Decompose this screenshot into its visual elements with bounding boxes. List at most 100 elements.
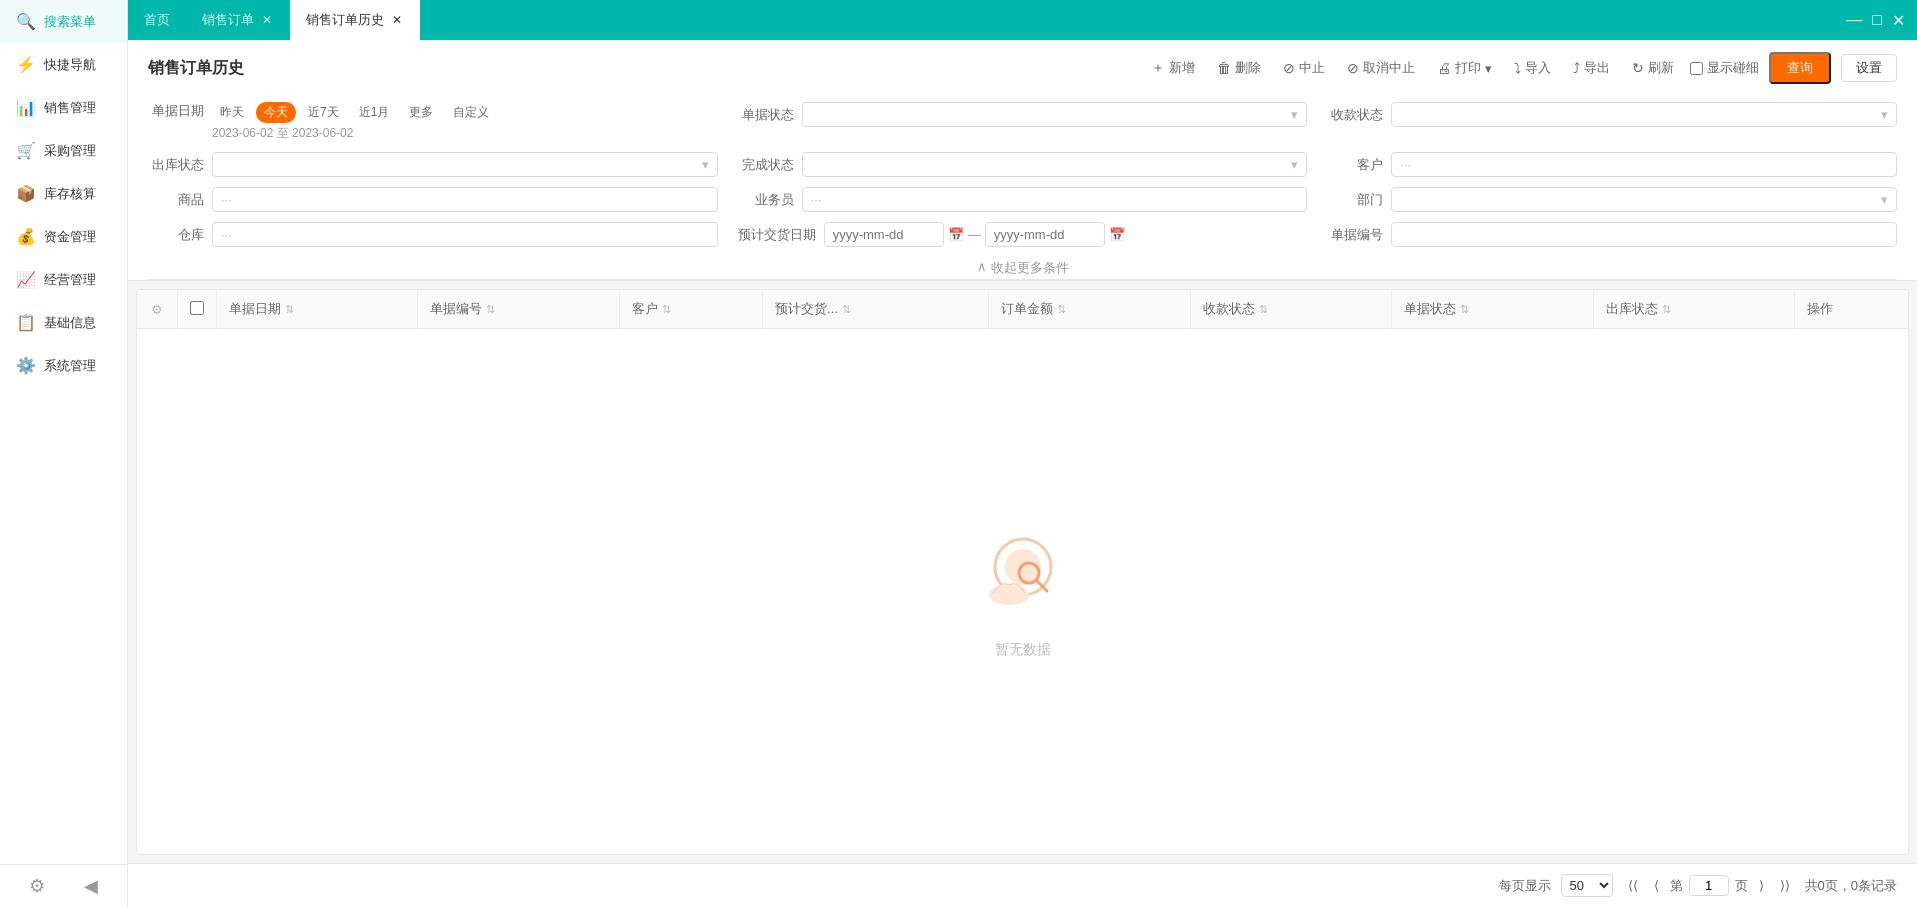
date-tab-more[interactable]: 更多 (401, 102, 441, 123)
th-receipt-status-sortable[interactable]: 收款状态 ⇅ (1203, 300, 1380, 318)
sidebar-item-operations[interactable]: 📈 经营管理 (0, 258, 127, 301)
warehouse-select[interactable]: ··· (212, 222, 718, 247)
bill-status-chevron: ▾ (1291, 107, 1298, 122)
stop-icon: ⊘ (1283, 60, 1295, 76)
settings-button[interactable]: 设置 (1841, 54, 1897, 82)
last-page-btn[interactable]: ⟩⟩ (1775, 876, 1795, 895)
delete-button[interactable]: 🗑 删除 (1211, 55, 1267, 81)
date-from-input[interactable] (824, 222, 944, 247)
sidebar-item-sales[interactable]: 📊 销售管理 (0, 86, 127, 129)
date-separator: — (968, 227, 981, 242)
th-out-status-sort-icon: ⇅ (1662, 303, 1671, 316)
import-button[interactable]: ⤵ 导入 (1508, 55, 1557, 81)
sidebar-item-finance[interactable]: 💰 资金管理 (0, 215, 127, 258)
complete-status-control: ▾ (802, 152, 1308, 177)
goods-label: 商品 (148, 191, 204, 209)
sidebar-item-inventory[interactable]: 📦 库存核算 (0, 172, 127, 215)
expected-delivery-label: 预计交货日期 (738, 226, 816, 244)
customer-select[interactable]: ··· (1391, 152, 1897, 177)
th-expected-delivery-sortable[interactable]: 预计交货... ⇅ (775, 300, 976, 318)
window-maximize-icon[interactable]: □ (1872, 11, 1882, 29)
cancel-stop-button[interactable]: ⊘ 取消中止 (1341, 55, 1421, 81)
empty-state: 暂无数据 (137, 329, 1908, 854)
filter-row-3: 商品 ··· 业务员 ··· (148, 187, 1897, 212)
filter-dept: 部门 ▾ (1327, 187, 1897, 212)
date-tab-yesterday[interactable]: 昨天 (212, 102, 252, 123)
main-area: 首页 销售订单 ✕ 销售订单历史 ✕ — □ ✕ 销售订单历史 ＋ 新增 (128, 0, 1917, 907)
date-tab-today[interactable]: 今天 (256, 102, 296, 123)
page-title: 销售订单历史 (148, 58, 244, 79)
th-out-status: 出库状态 ⇅ (1593, 290, 1795, 329)
th-bill-no-sortable[interactable]: 单据编号 ⇅ (430, 300, 607, 318)
filter-complete-status: 完成状态 ▾ (738, 152, 1308, 177)
prev-page-btn[interactable]: ⟨ (1649, 876, 1664, 895)
th-gear[interactable]: ⚙ (137, 290, 177, 329)
th-bill-no: 单据编号 ⇅ (418, 290, 620, 329)
sidebar-item-baseinfo[interactable]: 📋 基础信息 (0, 301, 127, 344)
topbar-right: — □ ✕ (1846, 11, 1917, 30)
export-button[interactable]: ⤴ 导出 (1567, 55, 1616, 81)
tab-home[interactable]: 首页 (128, 0, 186, 40)
settings-bottom-icon[interactable]: ⚙ (29, 875, 45, 897)
sidebar-item-purchase[interactable]: 🛒 采购管理 (0, 129, 127, 172)
bill-status-select[interactable]: ▾ (802, 102, 1308, 127)
stop-button[interactable]: ⊘ 中止 (1277, 55, 1331, 81)
new-button[interactable]: ＋ 新增 (1145, 55, 1201, 81)
tab-sales-order[interactable]: 销售订单 ✕ (186, 0, 290, 40)
salesperson-select[interactable]: ··· (802, 187, 1308, 212)
th-order-amount: 订单金额 ⇅ (988, 290, 1190, 329)
collapse-sidebar-icon[interactable]: ◀ (84, 875, 98, 897)
tab-history-close[interactable]: ✕ (390, 11, 404, 29)
print-button[interactable]: 🖨 打印 ▾ (1431, 55, 1498, 81)
complete-status-select[interactable]: ▾ (802, 152, 1308, 177)
date-control: 昨天 今天 近7天 近1月 更多 自定义 2023-06-02 至 2023-0… (212, 102, 718, 142)
th-out-status-sortable[interactable]: 出库状态 ⇅ (1606, 300, 1783, 318)
window-close-icon[interactable]: ✕ (1892, 11, 1905, 30)
query-button[interactable]: 查询 (1769, 52, 1831, 84)
th-date-sortable[interactable]: 单据日期 ⇅ (229, 300, 406, 318)
goods-select[interactable]: ··· (212, 187, 718, 212)
collapse-row[interactable]: ∧ 收起更多条件 (148, 257, 1897, 279)
calendar-from-icon[interactable]: 📅 (948, 227, 964, 242)
show-columns-checkbox[interactable] (1690, 62, 1703, 75)
date-tab-custom[interactable]: 自定义 (445, 102, 497, 123)
out-status-control: ▾ (212, 152, 718, 177)
out-status-chevron: ▾ (702, 157, 709, 172)
refresh-button[interactable]: ↻ 刷新 (1626, 55, 1680, 81)
receipt-status-select[interactable]: ▾ (1391, 102, 1897, 127)
tab-sales-order-close[interactable]: ✕ (260, 11, 274, 29)
select-all-checkbox[interactable] (190, 301, 204, 315)
th-expected-delivery-sort-icon: ⇅ (842, 303, 851, 316)
expected-delivery-control: 📅 — 📅 (824, 222, 1308, 247)
bill-no-input[interactable] (1391, 222, 1897, 247)
dept-select[interactable]: ▾ (1391, 187, 1897, 212)
sidebar-item-quicknav[interactable]: ⚡ 快捷导航 (0, 43, 127, 86)
collapse-up-icon: ∧ (977, 259, 987, 277)
page-number-input[interactable] (1689, 875, 1729, 896)
warehouse-value: ··· (221, 227, 232, 242)
filter-warehouse: 仓库 ··· (148, 222, 718, 247)
tab-sales-order-history[interactable]: 销售订单历史 ✕ (290, 0, 420, 40)
calendar-to-icon[interactable]: 📅 (1109, 227, 1125, 242)
dept-label: 部门 (1327, 191, 1383, 209)
date-tab-7days[interactable]: 近7天 (300, 102, 347, 123)
new-icon: ＋ (1151, 59, 1165, 77)
sidebar-item-system[interactable]: ⚙️ 系统管理 (0, 344, 127, 387)
show-columns-toggle[interactable]: 显示碰细 (1690, 59, 1759, 77)
date-to-input[interactable] (985, 222, 1105, 247)
th-customer-sortable[interactable]: 客户 ⇅ (632, 300, 750, 318)
th-order-amount-sortable[interactable]: 订单金额 ⇅ (1001, 300, 1178, 318)
sidebar-item-search[interactable]: 🔍 搜索菜单 (0, 0, 127, 43)
out-status-select[interactable]: ▾ (212, 152, 718, 177)
th-bill-status-sortable[interactable]: 单据状态 ⇅ (1404, 300, 1581, 318)
per-page-select[interactable]: 50 10 20 100 (1561, 874, 1613, 897)
th-customer-sort-icon: ⇅ (662, 303, 671, 316)
page-prefix-label: 第 (1670, 877, 1683, 895)
sidebar-item-label: 系统管理 (44, 357, 96, 375)
window-minimize-icon[interactable]: — (1846, 11, 1862, 29)
date-tab-1month[interactable]: 近1月 (351, 102, 398, 123)
filter-goods: 商品 ··· (148, 187, 718, 212)
next-page-btn[interactable]: ⟩ (1754, 876, 1769, 895)
goods-control: ··· (212, 187, 718, 212)
first-page-btn[interactable]: ⟨⟨ (1623, 876, 1643, 895)
